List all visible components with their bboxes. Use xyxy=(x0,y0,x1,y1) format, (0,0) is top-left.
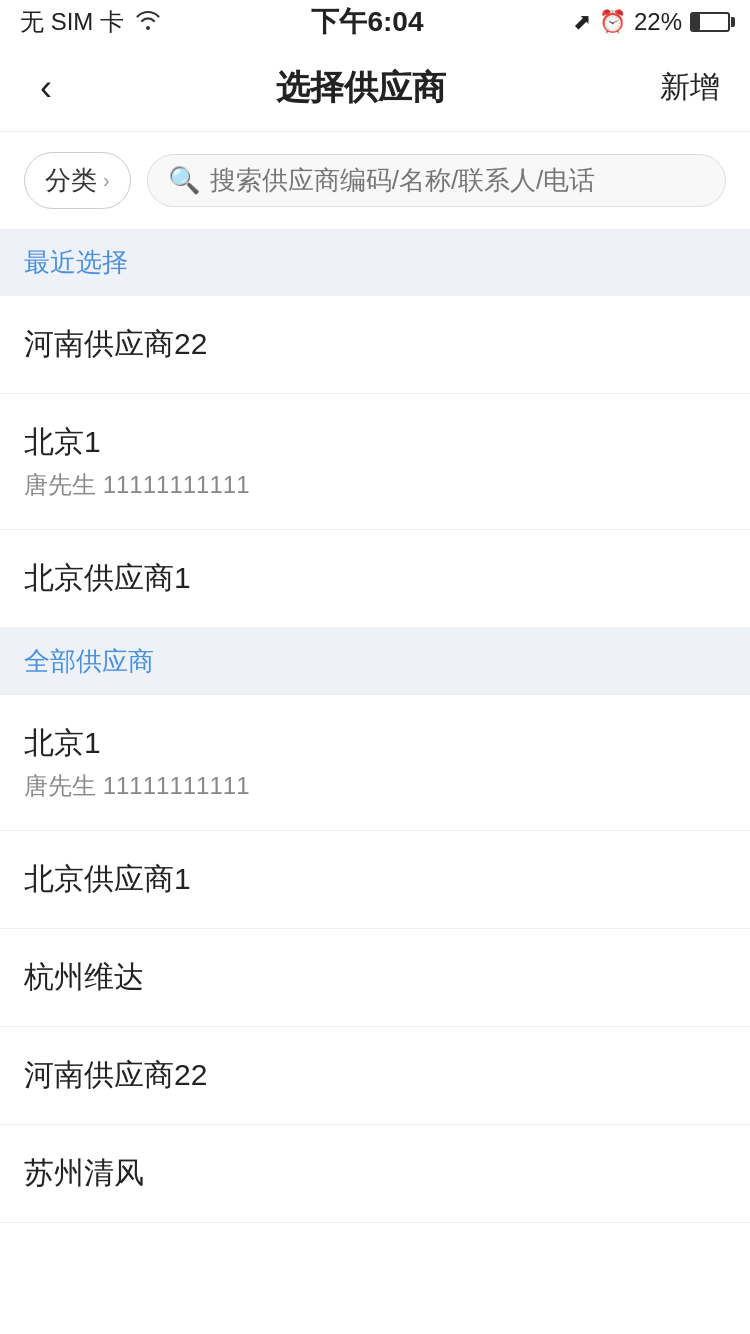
status-right: ⬈ ⏰ 22% xyxy=(573,8,730,36)
chevron-right-icon: › xyxy=(103,169,110,192)
category-filter[interactable]: 分类 › xyxy=(24,152,131,209)
list-item[interactable]: 北京1 唐先生 11111111111 xyxy=(0,695,750,831)
back-button[interactable]: ‹ xyxy=(30,57,62,119)
location-icon: ⬈ xyxy=(573,9,591,35)
list-item[interactable]: 苏州清风 xyxy=(0,1125,750,1223)
nav-bar: ‹ 选择供应商 新增 xyxy=(0,44,750,132)
add-button[interactable]: 新增 xyxy=(660,67,720,108)
list-item[interactable]: 河南供应商22 xyxy=(0,296,750,394)
category-label: 分类 xyxy=(45,163,97,198)
filter-bar: 分类 › 🔍 xyxy=(0,132,750,229)
search-box[interactable]: 🔍 xyxy=(147,154,726,207)
item-name: 河南供应商22 xyxy=(24,1055,726,1096)
item-name: 河南供应商22 xyxy=(24,324,726,365)
all-section-header: 全部供应商 xyxy=(0,628,750,695)
sim-status: 无 SIM 卡 xyxy=(20,6,124,38)
recent-items-list: 河南供应商22 北京1 唐先生 11111111111 北京供应商1 xyxy=(0,296,750,628)
status-time: 下午6:04 xyxy=(311,3,423,41)
wifi-icon xyxy=(134,8,162,36)
battery-percent: 22% xyxy=(634,8,682,36)
item-name: 北京1 xyxy=(24,422,726,463)
item-name: 杭州维达 xyxy=(24,957,726,998)
list-item[interactable]: 河南供应商22 xyxy=(0,1027,750,1125)
item-name: 苏州清风 xyxy=(24,1153,726,1194)
list-item[interactable]: 杭州维达 xyxy=(0,929,750,1027)
battery-icon xyxy=(690,12,730,32)
list-item[interactable]: 北京供应商1 xyxy=(0,831,750,929)
item-name: 北京供应商1 xyxy=(24,558,726,599)
status-bar: 无 SIM 卡 下午6:04 ⬈ ⏰ 22% xyxy=(0,0,750,44)
status-left: 无 SIM 卡 xyxy=(20,6,162,38)
recent-section-header: 最近选择 xyxy=(0,229,750,296)
item-name: 北京1 xyxy=(24,723,726,764)
item-sub: 唐先生 11111111111 xyxy=(24,469,726,501)
list-item[interactable]: 北京供应商1 xyxy=(0,530,750,628)
search-icon: 🔍 xyxy=(168,165,200,196)
list-item[interactable]: 北京1 唐先生 11111111111 xyxy=(0,394,750,530)
page-title: 选择供应商 xyxy=(276,65,446,111)
item-sub: 唐先生 11111111111 xyxy=(24,770,726,802)
alarm-icon: ⏰ xyxy=(599,9,626,35)
item-name: 北京供应商1 xyxy=(24,859,726,900)
all-items-list: 北京1 唐先生 11111111111 北京供应商1 杭州维达河南供应商22 苏州清… xyxy=(0,695,750,1223)
search-input[interactable] xyxy=(210,165,705,196)
